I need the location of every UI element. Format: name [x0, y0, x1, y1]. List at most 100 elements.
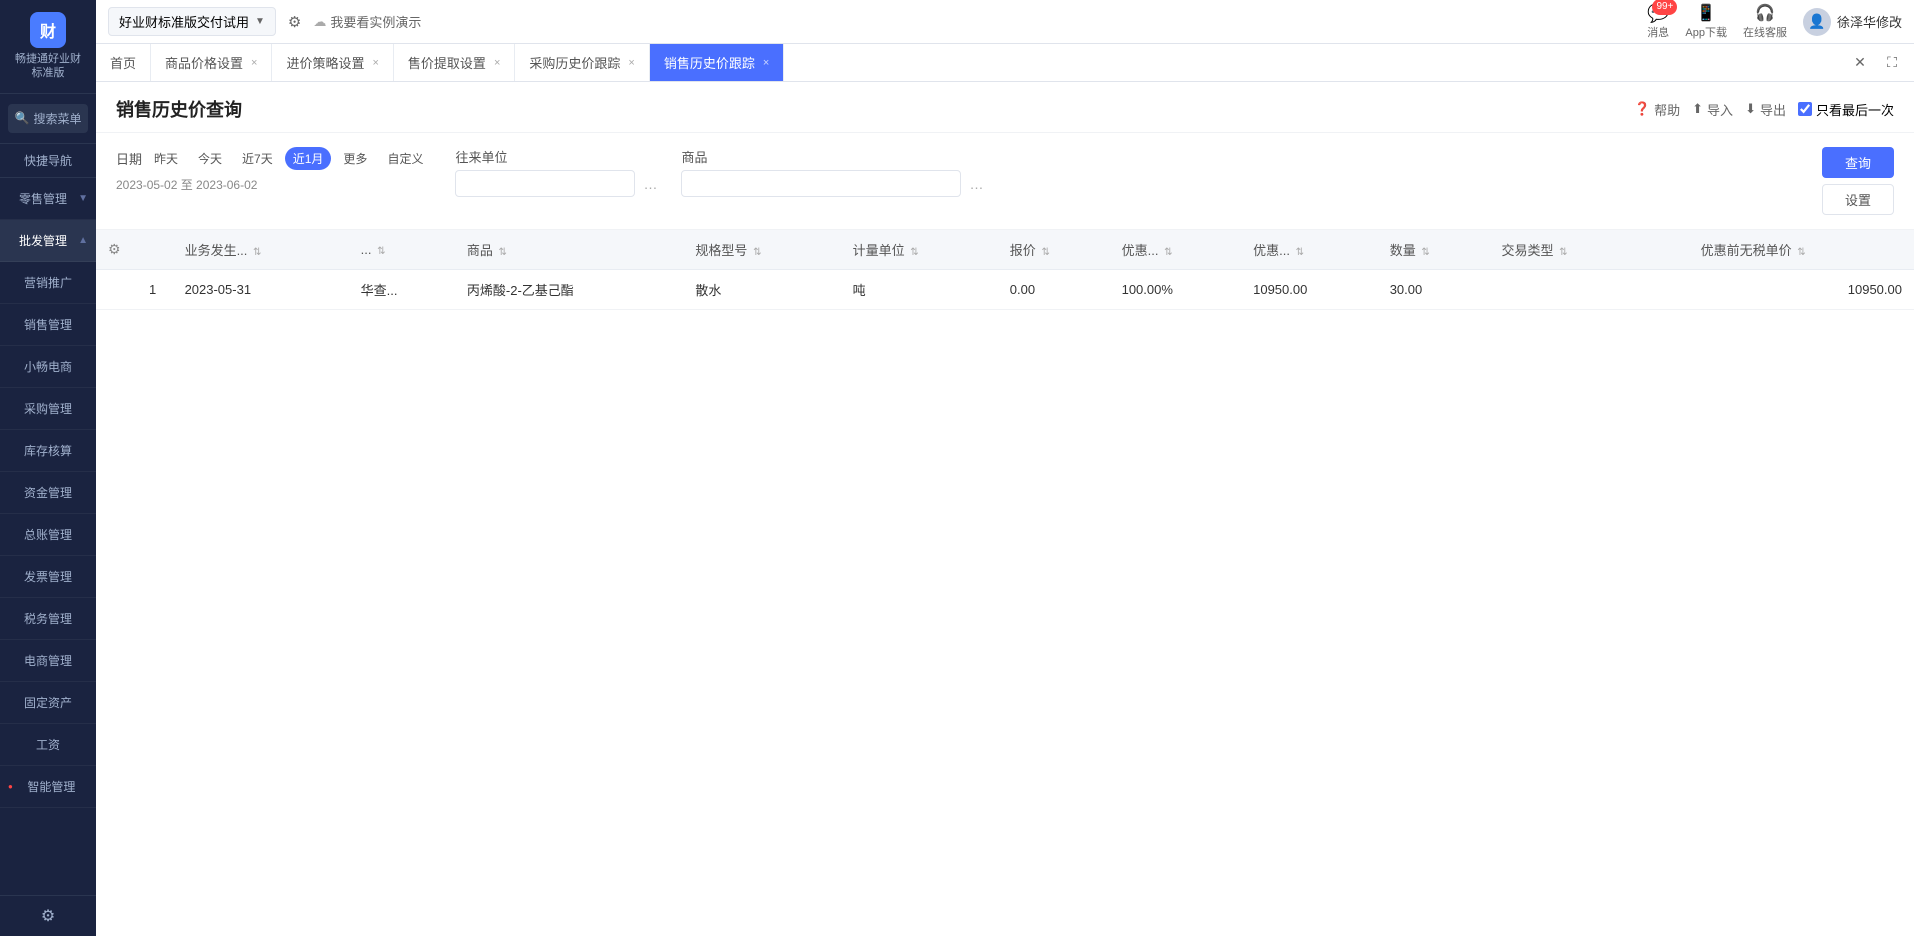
tab-purchase-strategy-label: 进价策略设置 [286, 53, 364, 72]
table-body: 1 2023-05-31 华查... 丙烯酸-2-乙基己酯 散水 吨 0.00 … [96, 270, 1914, 310]
sidebar-item-assets[interactable]: 固定资产 [0, 682, 96, 724]
partner-input[interactable] [455, 170, 635, 197]
sidebar-item-invoice-label: 发票管理 [8, 568, 88, 585]
date-buttons: 昨天 今天 近7天 近1月 更多 自定义 [146, 147, 431, 170]
sidebar-item-retail[interactable]: 零售管理 ▼ [0, 178, 96, 220]
user-menu[interactable]: 👤 徐泽华修改 [1803, 8, 1902, 36]
sidebar-item-finance[interactable]: 资金管理 [0, 472, 96, 514]
sidebar-item-ecommerce[interactable]: 电商管理 [0, 640, 96, 682]
table-gear-icon[interactable]: ⚙ [108, 241, 121, 257]
col-product[interactable]: 商品 ⇅ [455, 230, 684, 270]
chevron-down-icon: ▼ [78, 193, 88, 204]
sort-pretax-icon: ⇅ [1797, 247, 1805, 258]
filter-actions: 查询 设置 [1822, 147, 1894, 215]
col-discount2[interactable]: 优惠... ⇅ [1241, 230, 1378, 270]
sidebar-item-accounting[interactable]: 总账管理 [0, 514, 96, 556]
date-today-btn[interactable]: 今天 [190, 147, 230, 170]
col-qty[interactable]: 数量 ⇅ [1378, 230, 1490, 270]
date-yesterday-btn[interactable]: 昨天 [146, 147, 186, 170]
partner-filter-group: 往来单位 … [455, 147, 657, 197]
tab-product-price-close[interactable]: × [251, 57, 257, 69]
settings-gear-icon[interactable]: ⚙ [41, 908, 55, 925]
only-last-checkbox[interactable]: 只看最后一次 [1798, 100, 1894, 119]
tab-product-price[interactable]: 商品价格设置 × [151, 44, 272, 82]
mobile-icon: 📱 [1696, 3, 1716, 23]
version-select[interactable]: 好业财标准版交付试用 ▼ [108, 7, 276, 36]
sidebar-item-smart[interactable]: 智能管理 [0, 766, 96, 808]
col-pretax-price[interactable]: 优惠前无税单价 ⇅ [1689, 230, 1914, 270]
import-link[interactable]: ⬆ 导入 [1692, 100, 1733, 119]
col-price[interactable]: 报价 ⇅ [998, 230, 1110, 270]
row-pretax-price-cell: 10950.00 [1689, 270, 1914, 310]
col-pretax-price-label: 优惠前无税单价 [1701, 243, 1792, 258]
tab-sales-history[interactable]: 销售历史价跟踪 × [650, 44, 784, 82]
tab-sales-history-close[interactable]: × [763, 57, 769, 69]
date-range-display: 2023-05-02 至 2023-06-02 [116, 176, 431, 193]
sidebar-item-wholesale[interactable]: 批发管理 ▲ [0, 220, 96, 262]
date-last1m-btn[interactable]: 近1月 [285, 147, 332, 170]
row-extra-cell: 华查... [349, 270, 455, 310]
row-spacer-cell [1647, 270, 1689, 310]
tab-maximize-button[interactable]: ⛶ [1878, 49, 1906, 77]
demo-link[interactable]: ☁ 我要看实例演示 [313, 12, 421, 31]
tab-sale-price[interactable]: 售价提取设置 × [394, 44, 515, 82]
sidebar-item-sales-label: 销售管理 [8, 316, 88, 333]
tab-purchase-history[interactable]: 采购历史价跟踪 × [515, 44, 649, 82]
sort-discount2-icon: ⇅ [1296, 247, 1304, 258]
sidebar-item-invoice[interactable]: 发票管理 [0, 556, 96, 598]
tab-close-all-button[interactable]: ✕ [1846, 49, 1874, 77]
date-more-btn[interactable]: 更多 [335, 147, 375, 170]
sidebar-item-tax[interactable]: 税务管理 [0, 598, 96, 640]
tab-purchase-strategy-close[interactable]: × [372, 57, 378, 69]
help-link[interactable]: ❓ 帮助 [1634, 100, 1680, 119]
col-unit[interactable]: 计量单位 ⇅ [841, 230, 998, 270]
sort-spec-icon: ⇅ [753, 247, 761, 258]
sidebar-item-ecommerce-label: 电商管理 [8, 652, 88, 669]
sort-trans-icon: ⇅ [1559, 247, 1567, 258]
settings-button[interactable]: 设置 [1822, 184, 1894, 215]
sidebar-item-assets-label: 固定资产 [8, 694, 88, 711]
app-download-button[interactable]: 📱 App下载 [1685, 3, 1727, 40]
sidebar-item-salary[interactable]: 工资 [0, 724, 96, 766]
date-last7-btn[interactable]: 近7天 [234, 147, 281, 170]
tab-home[interactable]: 首页 [96, 44, 151, 82]
col-biz-date[interactable]: 业务发生... ⇅ [173, 230, 349, 270]
export-icon: ⬇ [1745, 101, 1756, 117]
search-menu-button[interactable]: 🔍 搜索菜单 [8, 104, 88, 133]
col-extra[interactable]: ... ⇅ [349, 230, 455, 270]
col-price-label: 报价 [1010, 243, 1036, 258]
only-last-checkbox-input[interactable] [1798, 102, 1812, 116]
partner-more-icon[interactable]: … [643, 176, 657, 192]
logo-icon: 财 [30, 12, 66, 48]
topbar: 好业财标准版交付试用 ▼ ⚙ ☁ 我要看实例演示 💬 99+ 消息 📱 App下… [96, 0, 1914, 44]
sidebar-item-ecommerce-small[interactable]: 小畅电商 [0, 346, 96, 388]
chevron-up-icon: ▲ [78, 235, 88, 246]
product-more-icon[interactable]: … [969, 176, 983, 192]
tab-sale-price-close[interactable]: × [494, 57, 500, 69]
online-service-label: 在线客服 [1743, 24, 1787, 40]
sidebar-search-section: 🔍 搜索菜单 [0, 94, 96, 144]
col-spec[interactable]: 规格型号 ⇅ [683, 230, 840, 270]
tab-purchase-strategy[interactable]: 进价策略设置 × [272, 44, 393, 82]
sidebar-item-smart-label: 智能管理 [15, 778, 88, 795]
online-service-button[interactable]: 🎧 在线客服 [1743, 3, 1787, 40]
sidebar-item-inventory[interactable]: 库存核算 [0, 430, 96, 472]
row-product-cell: 丙烯酸-2-乙基己酯 [455, 270, 684, 310]
sort-price-icon: ⇅ [1041, 247, 1049, 258]
col-trans-type[interactable]: 交易类型 ⇅ [1490, 230, 1647, 270]
quick-nav-button[interactable]: 快捷导航 [0, 144, 96, 178]
topbar-settings-icon[interactable]: ⚙ [288, 13, 301, 31]
sidebar-item-sales[interactable]: 销售管理 [0, 304, 96, 346]
sidebar-item-marketing[interactable]: 营销推广 [0, 262, 96, 304]
user-icon: 👤 [1808, 13, 1825, 30]
product-input[interactable] [681, 170, 961, 197]
sidebar-item-purchase[interactable]: 采购管理 [0, 388, 96, 430]
export-link[interactable]: ⬇ 导出 [1745, 100, 1786, 119]
col-biz-date-label: 业务发生... [185, 243, 248, 258]
message-button[interactable]: 💬 99+ 消息 [1647, 3, 1669, 40]
col-discount1[interactable]: 优惠... ⇅ [1110, 230, 1242, 270]
row-spec-cell: 散水 [683, 270, 840, 310]
query-button[interactable]: 查询 [1822, 147, 1894, 178]
date-custom-btn[interactable]: 自定义 [379, 147, 431, 170]
tab-purchase-history-close[interactable]: × [628, 57, 634, 69]
